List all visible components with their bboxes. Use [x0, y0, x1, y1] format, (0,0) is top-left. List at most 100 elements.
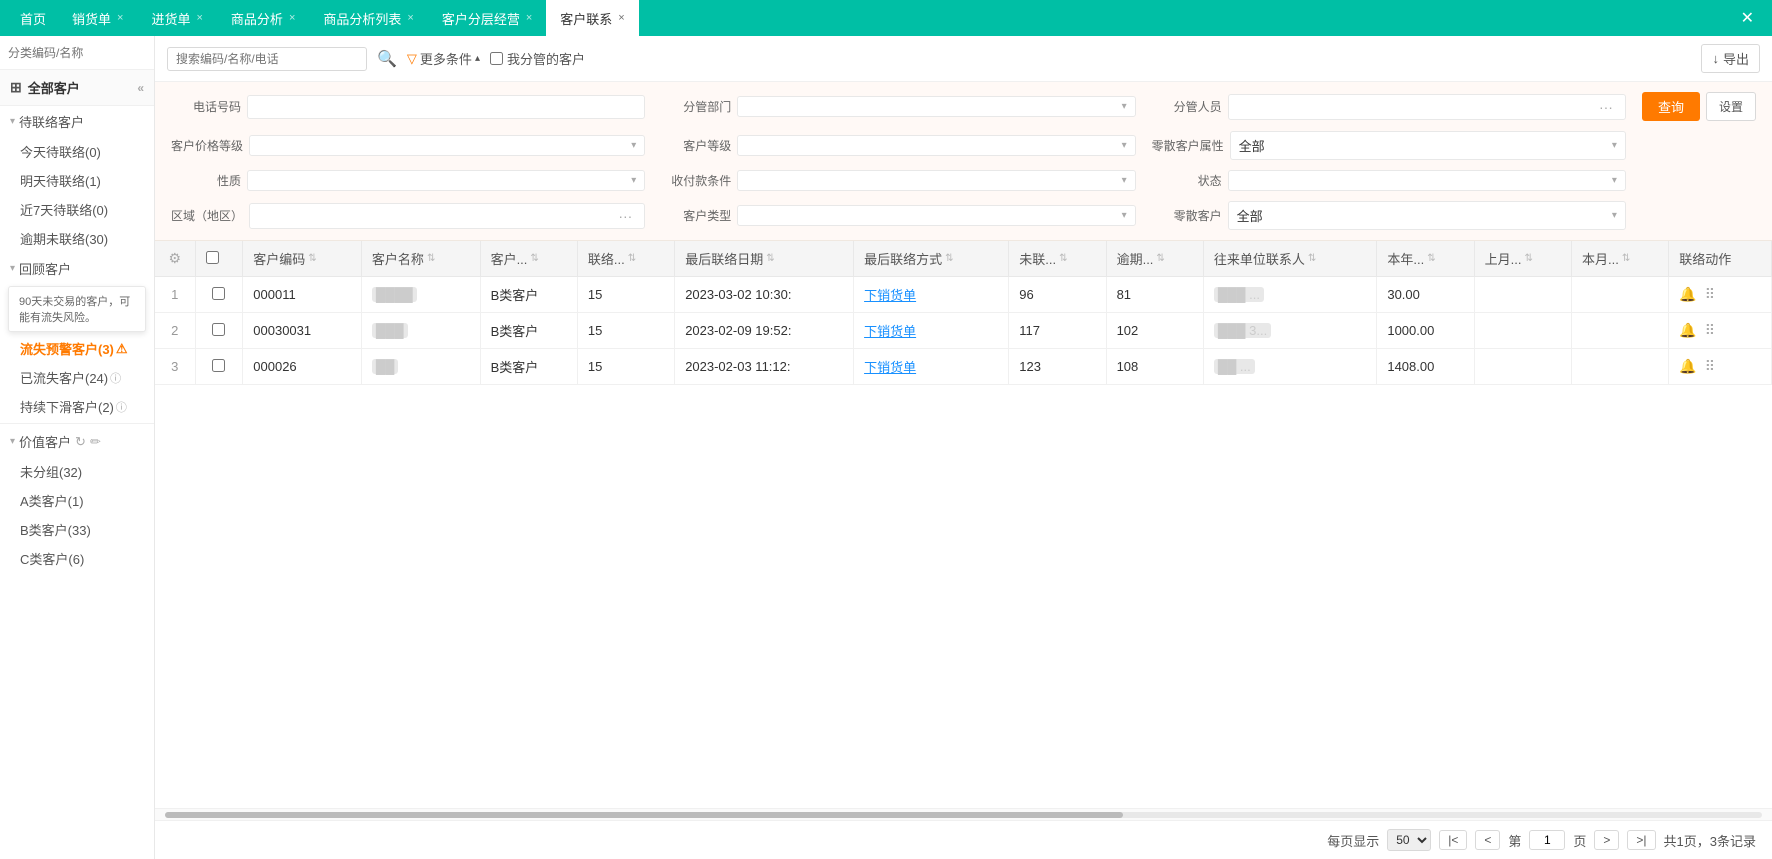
page-number-input[interactable] — [1529, 830, 1565, 850]
th-overdue[interactable]: 逾期... ⇅ — [1106, 241, 1203, 277]
export-button[interactable]: ↓ 导出 — [1701, 44, 1760, 73]
filter-phone: 电话号码 — [171, 92, 645, 121]
sidebar-item-churn-warning[interactable]: 流失预警客户(3) ⚠ — [0, 334, 154, 363]
row-select-checkbox[interactable] — [212, 323, 225, 336]
sidebar-all-customers[interactable]: ⊞ 全部客户 « — [0, 70, 154, 106]
th-this-month[interactable]: 本月... ⇅ — [1571, 241, 1668, 277]
info-icon[interactable]: ⓘ — [116, 399, 127, 415]
next-page-btn[interactable]: > — [1594, 830, 1619, 850]
retail-attr-select[interactable]: 全部 ▾ — [1230, 131, 1626, 160]
nav-tab-sales[interactable]: 销货单 × — [58, 0, 137, 36]
my-customers-checkbox[interactable]: 我分管的客户 — [490, 49, 585, 68]
close-icon[interactable]: × — [618, 12, 624, 24]
refresh-icon[interactable]: ↻ — [75, 434, 86, 450]
th-unit-contact[interactable]: 往来单位联系人 ⇅ — [1203, 241, 1376, 277]
area-select[interactable]: ··· — [249, 203, 645, 229]
nav-tab-customer-contact[interactable]: 客户联系 × — [546, 0, 638, 36]
nav-tab-analysis-list[interactable]: 商品分析列表 × — [309, 0, 427, 36]
edit-icon[interactable]: ✏ — [90, 434, 101, 450]
th-contacts[interactable]: 联络... ⇅ — [577, 241, 674, 277]
query-button[interactable]: 查询 — [1642, 92, 1700, 121]
sidebar-item-ungrouped[interactable]: 未分组(32) — [0, 457, 154, 486]
more-icon[interactable]: ··· — [614, 208, 636, 224]
contact-icon[interactable]: 🔔 — [1679, 322, 1696, 339]
phone-input[interactable] — [247, 95, 645, 119]
dept-select[interactable]: ▾ — [737, 96, 1135, 117]
close-icon[interactable]: × — [289, 12, 295, 24]
th-year-amount[interactable]: 本年... ⇅ — [1377, 241, 1474, 277]
search-input[interactable] — [167, 47, 367, 71]
more-actions-icon[interactable]: ⠿ — [1705, 358, 1715, 375]
sidebar-item-c-class[interactable]: C类客户(6) — [0, 544, 154, 573]
page-size-select[interactable]: 50 — [1387, 829, 1431, 851]
settings-button[interactable]: 设置 — [1706, 92, 1756, 121]
customer-level-select[interactable]: ▾ — [737, 135, 1135, 156]
retail-customer-select[interactable]: 全部 ▾ — [1228, 201, 1626, 230]
more-conditions-btn[interactable]: ▽ 更多条件 ▴ — [407, 49, 480, 68]
row-select-checkbox[interactable] — [212, 359, 225, 372]
th-last-date[interactable]: 最后联络日期 ⇅ — [675, 241, 854, 277]
row-checkbox[interactable] — [195, 277, 243, 313]
horizontal-scrollbar[interactable] — [155, 808, 1772, 820]
contact-icon[interactable]: 🔔 — [1679, 358, 1696, 375]
row-last-method[interactable]: 下销货单 — [854, 277, 1009, 313]
sidebar-item-b-class[interactable]: B类客户(33) — [0, 515, 154, 544]
close-icon[interactable]: × — [407, 12, 413, 24]
th-name[interactable]: 客户名称 ⇅ — [361, 241, 480, 277]
sidebar-group-value[interactable]: ▾ 价值客户 ↻ ✏ — [0, 426, 154, 457]
sidebar-item-churned[interactable]: 已流失客户(24) ⓘ — [0, 363, 154, 392]
sidebar-group-review[interactable]: ▾ 回顾客户 — [0, 253, 154, 284]
close-icon[interactable]: × — [117, 12, 123, 24]
row-this-month — [1571, 349, 1668, 385]
sidebar-item-declining[interactable]: 持续下滑客户(2) ⓘ — [0, 392, 154, 421]
sidebar-search-bar[interactable]: 🔍 — [0, 36, 154, 70]
th-last-method[interactable]: 最后联络方式 ⇅ — [854, 241, 1009, 277]
more-actions-icon[interactable]: ⠿ — [1705, 286, 1715, 303]
payment-select[interactable]: ▾ — [737, 170, 1135, 191]
contact-icon[interactable]: 🔔 — [1679, 286, 1696, 303]
row-checkbox[interactable] — [195, 349, 243, 385]
sidebar-item-tomorrow-pending[interactable]: 明天待联络(1) — [0, 166, 154, 195]
more-actions-icon[interactable]: ⠿ — [1705, 322, 1715, 339]
nav-home[interactable]: 首页 — [8, 0, 58, 36]
prev-page-btn[interactable]: < — [1475, 830, 1500, 850]
sidebar-item-7days-pending[interactable]: 近7天待联络(0) — [0, 195, 154, 224]
sidebar-item-today-pending[interactable]: 今天待联络(0) — [0, 137, 154, 166]
info-icon[interactable]: ⓘ — [110, 370, 121, 386]
sidebar-item-a-class[interactable]: A类客户(1) — [0, 486, 154, 515]
scrollbar-thumb[interactable] — [165, 812, 1123, 818]
th-code[interactable]: 客户编码 ⇅ — [243, 241, 362, 277]
first-page-btn[interactable]: |< — [1439, 830, 1467, 850]
more-icon[interactable]: ··· — [1595, 99, 1617, 115]
nav-tab-customer-tier[interactable]: 客户分层经营 × — [428, 0, 546, 36]
th-last-month[interactable]: 上月... ⇅ — [1474, 241, 1571, 277]
row-last-method[interactable]: 下销货单 — [854, 313, 1009, 349]
status-select[interactable]: ▾ — [1228, 170, 1626, 191]
nav-tab-purchase[interactable]: 进货单 × — [137, 0, 216, 36]
th-checkbox[interactable] — [195, 241, 243, 277]
price-level-select[interactable]: ▾ — [249, 135, 645, 156]
manager-select[interactable]: ··· — [1228, 94, 1626, 120]
last-page-btn[interactable]: >| — [1627, 830, 1655, 850]
row-uncontacted: 123 — [1009, 349, 1106, 385]
gear-icon[interactable]: ⚙ — [168, 250, 181, 266]
row-select-checkbox[interactable] — [212, 287, 225, 300]
row-last-method[interactable]: 下销货单 — [854, 349, 1009, 385]
select-all-checkbox[interactable] — [206, 251, 219, 264]
my-customers-check[interactable] — [490, 52, 503, 65]
sidebar-item-overdue-pending[interactable]: 逾期未联络(30) — [0, 224, 154, 253]
th-uncontacted[interactable]: 未联... ⇅ — [1009, 241, 1106, 277]
settings-col-header[interactable]: ⚙ — [155, 241, 195, 277]
customer-type-select[interactable]: ▾ — [737, 205, 1135, 226]
search-button[interactable]: 🔍 — [377, 49, 397, 69]
gender-select[interactable]: ▾ — [247, 170, 645, 191]
filter-customer-level: 客户等级 ▾ — [661, 131, 1135, 160]
sidebar-group-pending[interactable]: ▾ 待联络客户 — [0, 106, 154, 137]
close-all-btn[interactable]: ✕ — [1731, 8, 1764, 28]
sidebar-search-input[interactable] — [8, 46, 155, 60]
row-checkbox[interactable] — [195, 313, 243, 349]
nav-tab-analysis[interactable]: 商品分析 × — [217, 0, 309, 36]
close-icon[interactable]: × — [526, 12, 532, 24]
close-icon[interactable]: × — [196, 12, 202, 24]
th-type[interactable]: 客户... ⇅ — [480, 241, 577, 277]
